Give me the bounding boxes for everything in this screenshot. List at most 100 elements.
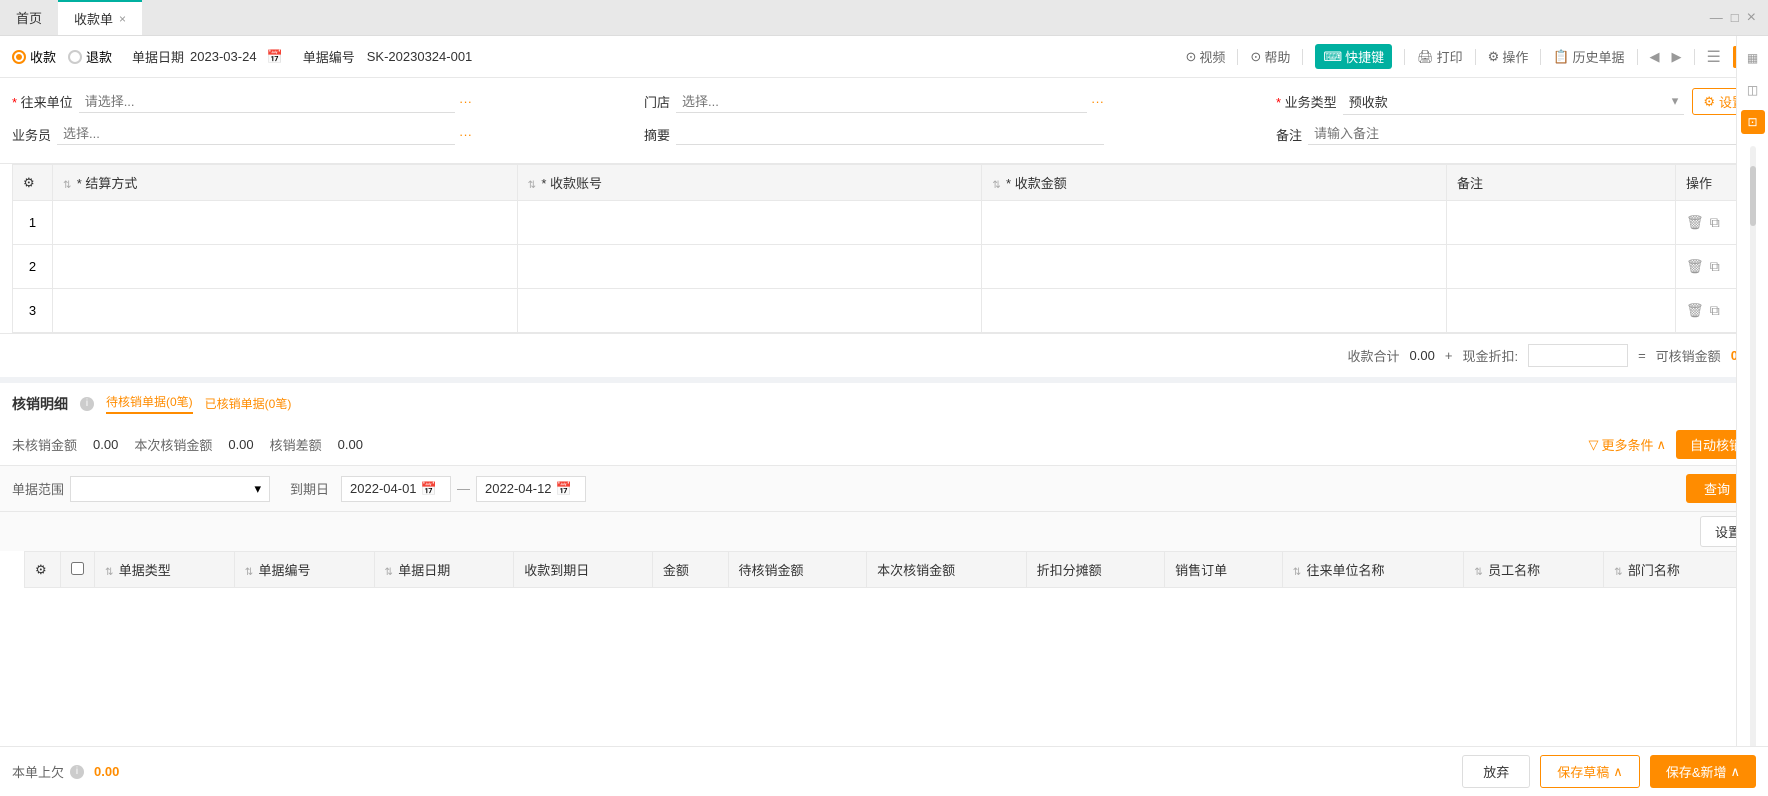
row-amount-3[interactable] [982,289,1447,333]
counterpart-more-icon[interactable]: ··· [459,94,472,109]
row-account-3[interactable] [517,289,982,333]
tab-receipt[interactable]: 收款单 × [58,0,142,35]
layout-list-icon[interactable]: ☰ [1707,47,1721,67]
radio-refund[interactable]: 退款 [68,47,112,66]
tab-receipt-label: 收款单 [74,9,113,28]
tab-receipt-close[interactable]: × [119,12,126,26]
video-icon: ⊙ [1186,49,1197,65]
row-remark-3[interactable] [1446,289,1675,333]
sidebar-icon-3[interactable]: ⊡ [1741,110,1765,134]
row-account-2[interactable] [517,245,982,289]
copy-icon-2[interactable]: ⧉ [1710,258,1720,275]
due-date-start-input[interactable]: 2022-04-01 📅 [341,476,451,502]
chevron-up-icon: ∧ [1656,437,1666,453]
scrollbar-thumb[interactable] [1750,166,1756,226]
nav-prev-icon[interactable]: ◀ [1650,49,1660,65]
staff-more-icon[interactable]: ··· [459,127,472,142]
due-date-start-value: 2022-04-01 [350,481,417,496]
help-btn[interactable]: ⊙ 帮助 [1250,47,1290,66]
row-no-3: 3 [13,289,53,333]
more-conditions-btn[interactable]: ▽ 更多条件 ∧ [1588,435,1666,454]
delete-icon-3[interactable]: 🗑 [1686,302,1704,319]
store-input[interactable] [676,91,1087,113]
radio-group: 收款 退款 [12,47,112,66]
form-area: 往来单位 ··· 门店 ··· 业务类型 预收款 ▾ ⚙ [0,78,1768,164]
summary-input[interactable] [676,123,1104,145]
save-new-button[interactable]: 保存&新增 ∧ [1650,755,1756,788]
shortcut-btn[interactable]: ⌨ 快捷键 [1315,44,1392,69]
calendar-icon-end: 📅 [556,481,572,497]
counterpart-input[interactable] [79,91,455,113]
history-label: 历史单据 [1573,47,1625,66]
carry-over-info-icon[interactable]: i [70,765,84,779]
sidebar-icon-1[interactable]: ▦ [1741,46,1765,70]
row-remark-2[interactable] [1446,245,1675,289]
radio-receive-dot [12,50,26,64]
current-label: 本次核销金额 [134,435,212,454]
bill-date-label: 单据日期 [132,47,184,66]
row-settlement-2[interactable] [53,245,518,289]
biz-type-label: 业务类型 [1276,92,1337,111]
store-more-icon[interactable]: ··· [1091,94,1104,109]
due-date-end-input[interactable]: 2022-04-12 📅 [476,476,586,502]
sort-icon-dept: ⇅ [1614,567,1622,578]
delete-icon-1[interactable]: 🗑 [1686,214,1704,231]
table-row: 2 🗑 ⧉ [13,245,1756,289]
row-settlement-1[interactable] [53,201,518,245]
bottom-table: ⚙ ⇅ 单据类型 ⇅ 单据编号 ⇅ 单据日期 收款到期日 [24,551,1744,588]
col-remark-header: 备注 [1446,165,1675,201]
bottom-col-checkbox[interactable] [61,552,95,588]
copy-icon-3[interactable]: ⧉ [1710,302,1720,319]
abandon-button[interactable]: 放弃 [1462,755,1530,788]
bill-range-label: 单据范围 [12,479,64,498]
divider4 [1475,49,1476,65]
calendar-icon[interactable]: 📅 [267,49,283,65]
save-draft-button[interactable]: 保存草稿 ∧ [1540,755,1640,788]
help-icon: ⊙ [1250,49,1261,65]
bill-range-select[interactable]: ▾ [70,476,270,502]
col-settlement-label: * 结算方式 [77,176,138,191]
video-btn[interactable]: ⊙ 视频 [1186,47,1226,66]
verify-info-icon[interactable]: i [80,397,94,411]
biz-type-select[interactable]: 预收款 ▾ [1343,89,1685,115]
window-maximize-icon[interactable]: □ [1731,10,1739,25]
sidebar-icon-2[interactable]: ◫ [1741,78,1765,102]
row-account-1[interactable] [517,201,982,245]
window-controls: — □ × [1710,9,1768,27]
pending-tab[interactable]: 待核销单据(0笔) [106,393,193,414]
remark-label: 备注 [1276,125,1302,144]
tab-home[interactable]: 首页 [0,0,58,35]
staff-input[interactable] [57,123,455,145]
footer-left: 本单上欠 i 0.00 [12,762,119,781]
row-remark-1[interactable] [1446,201,1675,245]
bottom-col-bill-no: ⇅ 单据编号 [234,552,374,588]
window-minimize-icon[interactable]: — [1710,10,1723,25]
print-btn[interactable]: 🖨 打印 [1417,47,1463,66]
delete-icon-2[interactable]: 🗑 [1686,258,1704,275]
bottom-col-gear[interactable]: ⚙ [25,552,61,588]
col-gear-header[interactable]: ⚙ [13,165,53,201]
operation-btn[interactable]: ⚙ 操作 [1488,47,1529,66]
nav-next-icon[interactable]: ▶ [1672,49,1682,65]
store-label: 门店 [644,92,670,111]
done-tab[interactable]: 已核销单据(0笔) [205,395,292,412]
remark-input[interactable] [1308,123,1756,145]
col-current-label: 本次核销金额 [877,563,955,578]
bill-date-field: 单据日期 2023-03-24 📅 [132,47,283,66]
staff-label: 业务员 [12,125,51,144]
history-btn[interactable]: 📋 历史单据 [1553,47,1624,66]
row-settlement-3[interactable] [53,289,518,333]
bottom-col-pending: 待核销金额 [728,552,867,588]
window-close-icon[interactable]: × [1747,9,1756,27]
row-amount-2[interactable] [982,245,1447,289]
copy-icon-1[interactable]: ⧉ [1710,214,1720,231]
col-account-label: * 收款账号 [541,176,602,191]
row-amount-1[interactable] [982,201,1447,245]
discount-input[interactable] [1528,344,1628,367]
radio-receive[interactable]: 收款 [12,47,56,66]
verify-title: 核销明细 [12,394,68,414]
due-date-end-value: 2022-04-12 [485,481,552,496]
bill-range-field: 单据范围 ▾ [12,476,270,502]
select-all-checkbox[interactable] [71,562,84,575]
col-staff-label: 员工名称 [1488,563,1540,578]
